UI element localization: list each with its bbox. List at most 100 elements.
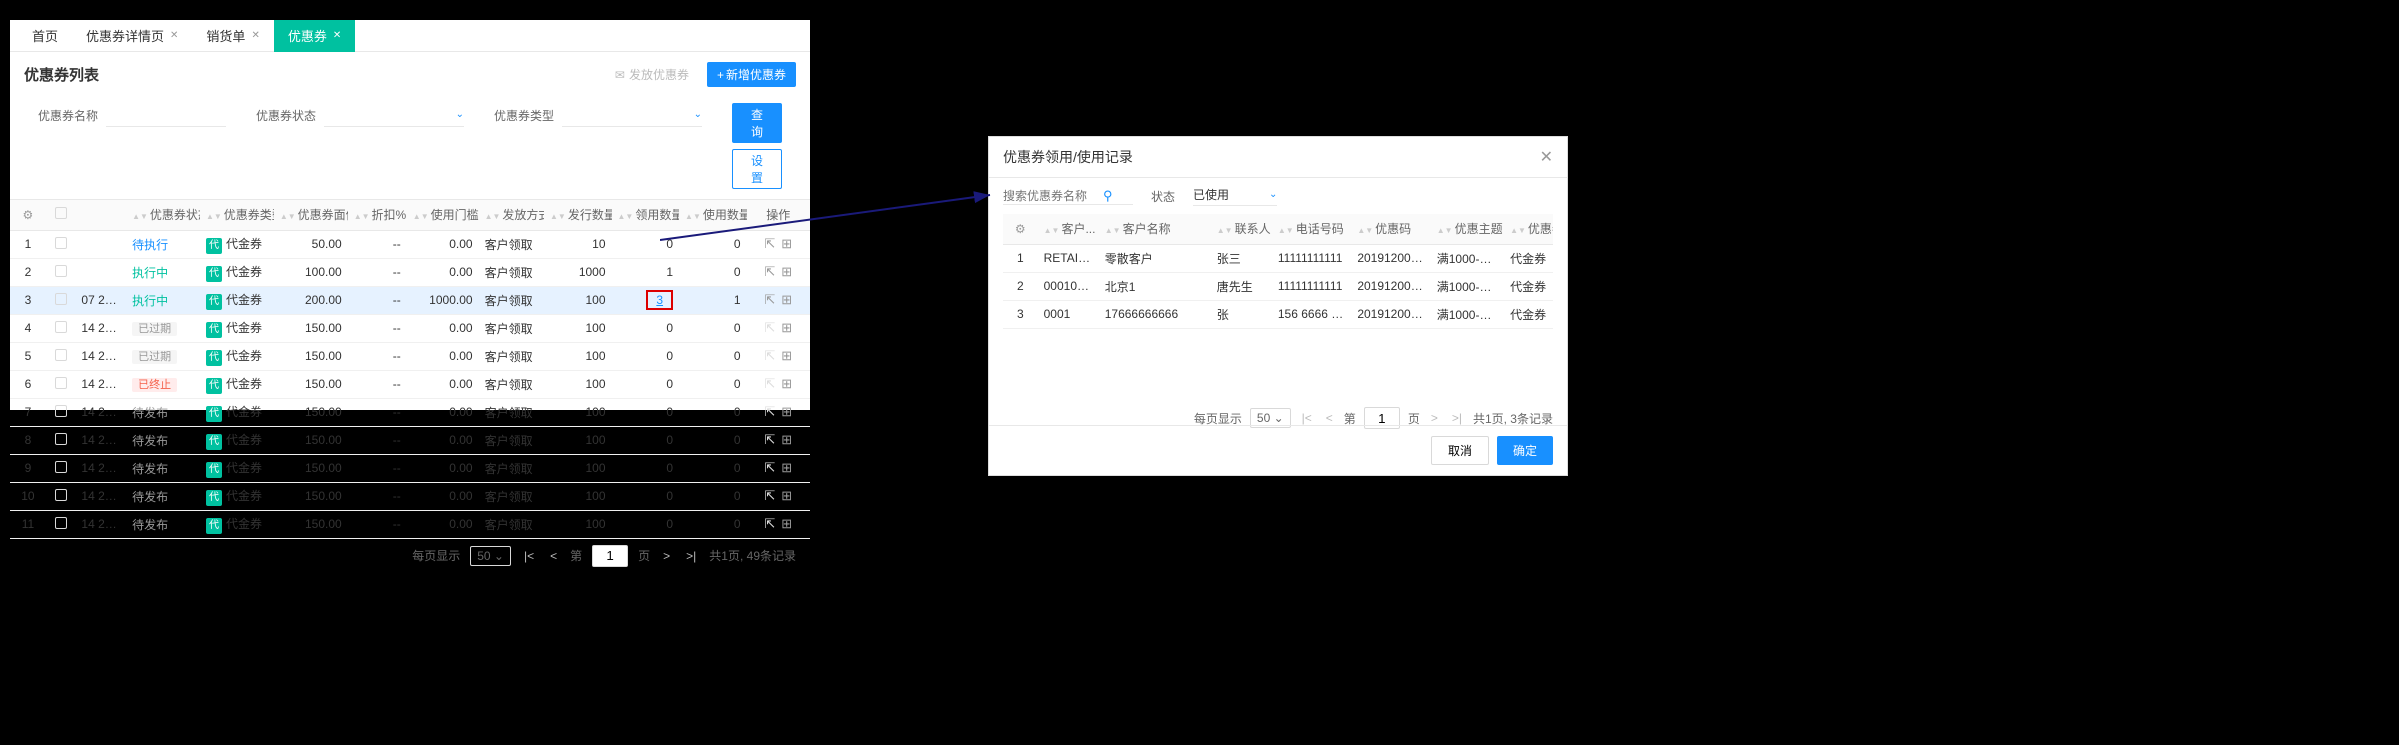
qr-icon[interactable]: ⊞ xyxy=(781,376,792,391)
chevron-down-icon: ⌄ xyxy=(694,109,702,120)
qr-icon[interactable]: ⊞ xyxy=(781,236,792,251)
share-icon[interactable]: ⇱ xyxy=(764,236,775,251)
row-checkbox[interactable] xyxy=(55,405,67,417)
add-coupon-button[interactable]: +新增优惠券 xyxy=(707,62,796,87)
tab-bar: 首页 优惠券详情页✕ 销货单✕ 优惠券✕ xyxy=(10,20,810,52)
confirm-button[interactable]: 确定 xyxy=(1497,436,1553,465)
qr-icon[interactable]: ⊞ xyxy=(781,460,792,475)
table-row[interactable]: 1114 23:59待发布代代金券150.00--0.00客户领取10000⇱⊞ xyxy=(10,510,810,538)
row-checkbox[interactable] xyxy=(55,293,67,305)
table-row[interactable]: 3000117666666666张156 6666 6...2019120070… xyxy=(1003,300,1553,328)
filter-bar: 优惠券名称 优惠券状态 ⌄ 优惠券类型 ⌄ 查询 设置 xyxy=(10,97,810,199)
page-size-select[interactable]: 50 ⌄ xyxy=(470,546,511,566)
table-row[interactable]: 414 23:59已过期代代金券150.00--0.00客户领取10000⇱⊞ xyxy=(10,314,810,342)
share-icon[interactable]: ⇱ xyxy=(764,292,775,307)
first-page-button[interactable]: |< xyxy=(521,549,537,563)
close-icon[interactable]: ✕ xyxy=(170,30,178,41)
prev-page-button[interactable]: < xyxy=(547,549,560,563)
query-button[interactable]: 查询 xyxy=(732,103,782,143)
distribute-button[interactable]: ✉发放优惠券 xyxy=(605,62,699,87)
row-checkbox[interactable] xyxy=(55,489,67,501)
filter-status-label: 优惠券状态 xyxy=(256,107,316,124)
modal-title: 优惠券领用/使用记录 xyxy=(1003,147,1133,167)
coupon-table: ▲▼优惠券状态 ▲▼优惠券类型 ▲▼优惠券面值 ▲▼折扣% ▲▼使用门槛... … xyxy=(10,199,810,539)
pagination: 每页显示 50 ⌄ |< < 第 页 > >| 共1页, 49条记录 xyxy=(10,539,810,573)
table-row[interactable]: 814 23:59待发布代代金券150.00--0.00客户领取10000⇱⊞ xyxy=(10,426,810,454)
close-icon[interactable]: ✕ xyxy=(251,30,259,41)
qr-icon[interactable]: ⊞ xyxy=(781,516,792,531)
search-icon[interactable]: ⚲ xyxy=(1103,188,1113,204)
page-total: 共1页, 3条记录 xyxy=(1473,410,1553,427)
send-icon: ✉ xyxy=(615,68,625,82)
share-icon: ⇱ xyxy=(764,348,775,363)
filter-type-label: 优惠券类型 xyxy=(494,107,554,124)
qr-icon[interactable]: ⊞ xyxy=(781,264,792,279)
page-input[interactable] xyxy=(592,545,628,567)
page-total: 共1页, 49条记录 xyxy=(709,547,796,564)
next-page-button[interactable]: > xyxy=(1428,411,1441,425)
qr-icon[interactable]: ⊞ xyxy=(781,320,792,335)
table-row[interactable]: 714 23:59待发布代代金券150.00--0.00客户领取10000⇱⊞ xyxy=(10,398,810,426)
close-icon[interactable]: ✕ xyxy=(333,30,341,41)
gear-icon[interactable] xyxy=(23,208,34,222)
cancel-button[interactable]: 取消 xyxy=(1431,436,1489,465)
row-checkbox[interactable] xyxy=(55,265,67,277)
tab-detail[interactable]: 优惠券详情页✕ xyxy=(72,20,192,52)
usage-status-select[interactable]: 已使用⌄ xyxy=(1193,186,1277,206)
type-select[interactable]: ⌄ xyxy=(562,103,702,127)
tab-coupon[interactable]: 优惠券✕ xyxy=(274,20,355,52)
chevron-down-icon: ⌄ xyxy=(456,109,464,120)
share-icon[interactable]: ⇱ xyxy=(764,264,775,279)
share-icon: ⇱ xyxy=(764,320,775,335)
table-row[interactable]: 514 23:59已过期代代金券150.00--0.00客户领取10000⇱⊞ xyxy=(10,342,810,370)
gear-icon[interactable] xyxy=(1015,222,1026,236)
table-row[interactable]: 1RETAIL...零散客户张三111111111112019120070...… xyxy=(1003,244,1553,272)
row-checkbox[interactable] xyxy=(55,433,67,445)
last-page-button[interactable]: >| xyxy=(683,549,699,563)
search-input-wrap: ⚲ xyxy=(1003,188,1133,205)
filter-name-label: 优惠券名称 xyxy=(38,107,98,124)
table-row[interactable]: 200010001北京1唐先生111111111112019120070...满… xyxy=(1003,272,1553,300)
claim-count-link[interactable]: 3 xyxy=(646,290,673,310)
share-icon: ⇱ xyxy=(764,488,775,503)
close-icon[interactable]: ✕ xyxy=(1540,147,1553,167)
row-checkbox[interactable] xyxy=(55,461,67,473)
qr-icon[interactable]: ⊞ xyxy=(781,292,792,307)
plus-icon: + xyxy=(717,68,724,82)
share-icon: ⇱ xyxy=(764,376,775,391)
tab-home[interactable]: 首页 xyxy=(18,20,72,52)
usage-record-modal: 优惠券领用/使用记录 ✕ ⚲ 状态 已使用⌄ ▲▼客户... ▲▼客户名称 ▲▼… xyxy=(988,136,1568,476)
page-title: 优惠券列表 xyxy=(24,64,99,85)
qr-icon[interactable]: ⊞ xyxy=(781,488,792,503)
coupon-list-panel: 首页 优惠券详情页✕ 销货单✕ 优惠券✕ 优惠券列表 ✉发放优惠券 +新增优惠券… xyxy=(10,20,810,410)
table-row[interactable]: 1待执行代代金券50.00--0.00客户领取1000⇱⊞ xyxy=(10,230,810,258)
last-page-button[interactable]: >| xyxy=(1449,411,1465,425)
row-checkbox[interactable] xyxy=(55,377,67,389)
tab-sales[interactable]: 销货单✕ xyxy=(192,20,273,52)
qr-icon[interactable]: ⊞ xyxy=(781,348,792,363)
qr-icon[interactable]: ⊞ xyxy=(781,404,792,419)
prev-page-button[interactable]: < xyxy=(1323,411,1336,425)
chevron-down-icon: ⌄ xyxy=(1269,189,1277,200)
row-checkbox[interactable] xyxy=(55,349,67,361)
qr-icon[interactable]: ⊞ xyxy=(781,432,792,447)
share-icon: ⇱ xyxy=(764,460,775,475)
next-page-button[interactable]: > xyxy=(660,549,673,563)
coupon-name-input[interactable] xyxy=(106,103,226,127)
table-row[interactable]: 1014 23:59待发布代代金券150.00--0.00客户领取10000⇱⊞ xyxy=(10,482,810,510)
share-icon: ⇱ xyxy=(764,432,775,447)
table-row[interactable]: 307 23:59执行中代代金券200.00--1000.00客户领取10031… xyxy=(10,286,810,314)
table-row[interactable]: 914 23:59待发布代代金券150.00--0.00客户领取10000⇱⊞ xyxy=(10,454,810,482)
row-checkbox[interactable] xyxy=(55,321,67,333)
share-icon: ⇱ xyxy=(764,404,775,419)
select-all-checkbox[interactable] xyxy=(55,207,67,219)
status-select[interactable]: ⌄ xyxy=(324,103,464,127)
row-checkbox[interactable] xyxy=(55,237,67,249)
row-checkbox[interactable] xyxy=(55,517,67,529)
share-icon: ⇱ xyxy=(764,516,775,531)
setting-button[interactable]: 设置 xyxy=(732,149,782,189)
table-row[interactable]: 614 23:59已终止代代金券150.00--0.00客户领取10000⇱⊞ xyxy=(10,370,810,398)
table-row[interactable]: 2执行中代代金券100.00--0.00客户领取100010⇱⊞ xyxy=(10,258,810,286)
first-page-button[interactable]: |< xyxy=(1299,411,1315,425)
coupon-search-input[interactable] xyxy=(1003,189,1103,203)
